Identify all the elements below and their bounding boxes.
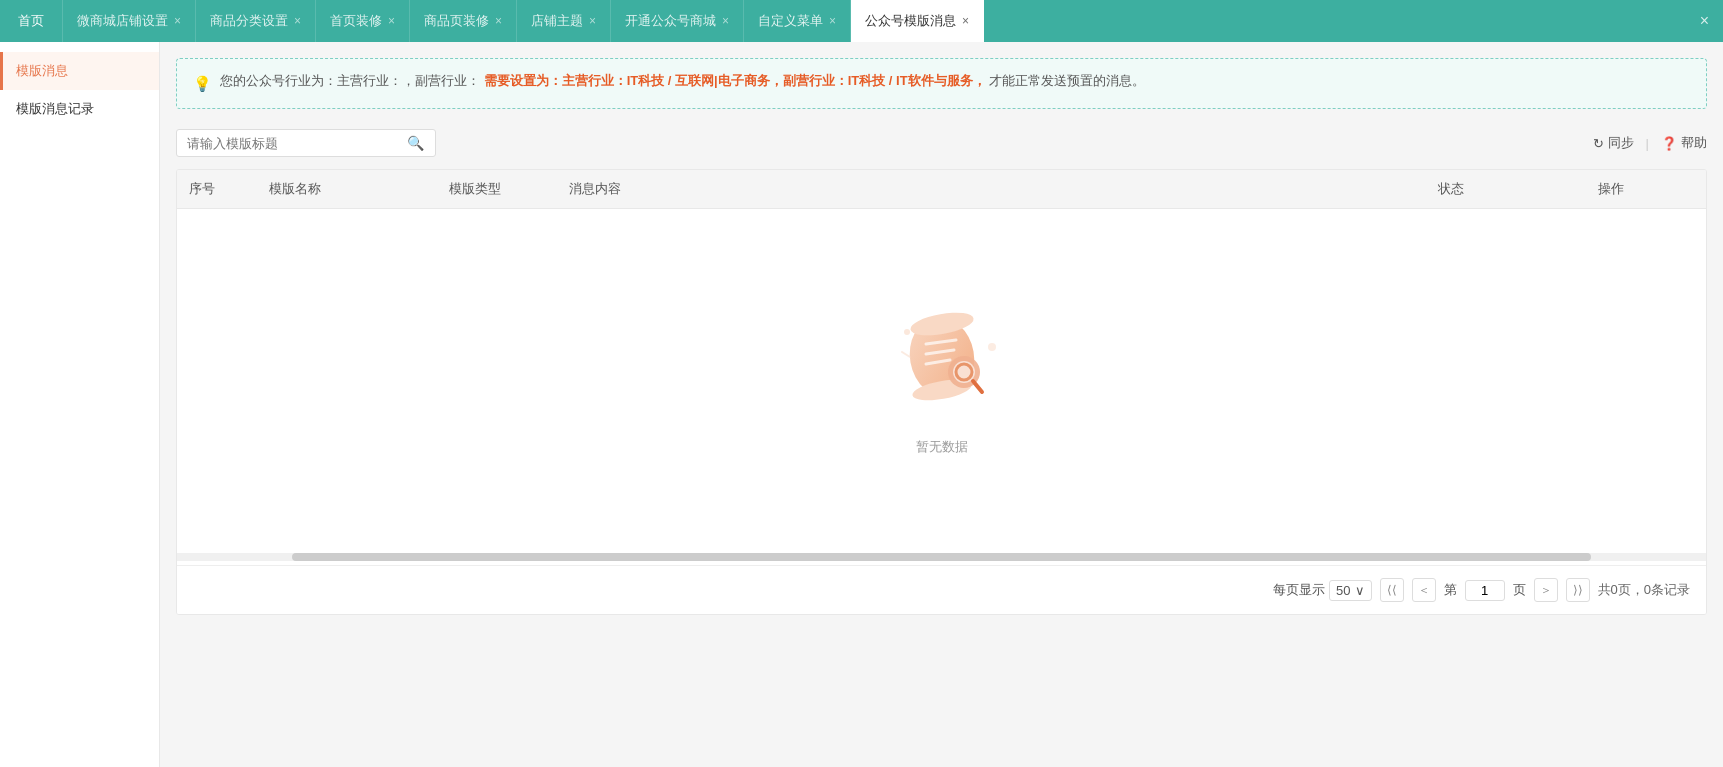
horizontal-scrollbar[interactable] <box>177 553 1706 561</box>
nav-tab-wechat[interactable]: 开通公众号商城 × <box>611 0 744 42</box>
first-page-button[interactable]: ⟨⟨ <box>1380 578 1404 602</box>
svg-point-10 <box>904 329 910 335</box>
empty-illustration <box>882 302 1002 422</box>
col-content: 消息内容 <box>557 180 1426 198</box>
notice-highlight: 需要设置为：主营行业：IT科技 / 互联网|电子商务，副营行业：IT科技 / I… <box>484 73 986 88</box>
close-all-tabs-button[interactable]: × <box>1686 0 1723 42</box>
sync-label: 同步 <box>1608 134 1634 152</box>
table-header: 序号 模版名称 模版类型 消息内容 状态 操作 <box>177 170 1706 209</box>
help-button[interactable]: ❓ 帮助 <box>1661 134 1707 152</box>
svg-point-11 <box>988 343 996 351</box>
nav-tab-productpage[interactable]: 商品页装修 × <box>410 0 517 42</box>
close-productpage-tab-icon[interactable]: × <box>495 14 502 28</box>
svg-line-12 <box>902 352 910 357</box>
nav-tab-theme[interactable]: 店铺主题 × <box>517 0 611 42</box>
close-theme-tab-icon[interactable]: × <box>589 14 596 28</box>
sync-button[interactable]: ↻ 同步 <box>1593 134 1634 152</box>
sidebar-item-record[interactable]: 模版消息记录 <box>0 90 159 128</box>
page-number-input[interactable]: 1 <box>1465 580 1505 601</box>
category-tab-label: 商品分类设置 <box>210 12 288 30</box>
nav-tab-templatemsg[interactable]: 公众号模版消息 × <box>851 0 984 42</box>
pagination: 每页显示 50 ∨ ⟨⟨ ＜ 第 1 页 ＞ ⟩⟩ 共0页，0条记录 <box>177 565 1706 614</box>
page-size-wrap: 每页显示 50 ∨ <box>1273 580 1371 601</box>
nav-tab-category[interactable]: 商品分类设置 × <box>196 0 316 42</box>
top-navigation: 首页 微商城店铺设置 × 商品分类设置 × 首页装修 × 商品页装修 × 店铺主… <box>0 0 1723 42</box>
data-table: 序号 模版名称 模版类型 消息内容 状态 操作 <box>176 169 1707 615</box>
main-content: 💡 您的公众号行业为：主营行业：，副营行业： 需要设置为：主营行业：IT科技 /… <box>160 42 1723 767</box>
close-wechat-tab-icon[interactable]: × <box>722 14 729 28</box>
page-size-label: 每页显示 <box>1273 581 1325 599</box>
search-input[interactable] <box>187 136 407 151</box>
col-name: 模版名称 <box>257 180 437 198</box>
close-homepage-tab-icon[interactable]: × <box>388 14 395 28</box>
sidebar-item-template[interactable]: 模版消息 <box>0 52 159 90</box>
total-info: 共0页，0条记录 <box>1598 581 1690 599</box>
home-tab-label: 首页 <box>18 12 44 30</box>
chevron-down-icon: ∨ <box>1355 583 1365 598</box>
col-status: 状态 <box>1426 180 1586 198</box>
notice-box: 💡 您的公众号行业为：主营行业：，副营行业： 需要设置为：主营行业：IT科技 /… <box>176 58 1707 109</box>
page-size-select[interactable]: 50 ∨ <box>1329 580 1371 601</box>
sync-icon: ↻ <box>1593 136 1604 151</box>
theme-tab-label: 店铺主题 <box>531 12 583 30</box>
sidebar-item-template-label: 模版消息 <box>16 63 68 78</box>
page-text-label: 第 <box>1444 581 1457 599</box>
sidebar-item-record-label: 模版消息记录 <box>16 101 94 116</box>
productpage-tab-label: 商品页装修 <box>424 12 489 30</box>
toolbar-right: ↻ 同步 | ❓ 帮助 <box>1593 134 1707 152</box>
empty-state: 暂无数据 <box>882 302 1002 456</box>
search-icon[interactable]: 🔍 <box>407 135 424 151</box>
page-size-value: 50 <box>1336 583 1350 598</box>
notice-text: 您的公众号行业为：主营行业：，副营行业： 需要设置为：主营行业：IT科技 / 互… <box>220 71 1145 92</box>
wshop-tab-label: 微商城店铺设置 <box>77 12 168 30</box>
homepage-tab-label: 首页装修 <box>330 12 382 30</box>
nav-tab-home[interactable]: 首页 <box>0 0 63 42</box>
next-page-button[interactable]: ＞ <box>1534 578 1558 602</box>
svg-line-9 <box>973 381 982 392</box>
empty-text: 暂无数据 <box>916 438 968 456</box>
templatemsg-tab-label: 公众号模版消息 <box>865 12 956 30</box>
notice-icon: 💡 <box>193 72 212 96</box>
divider: | <box>1646 136 1649 151</box>
close-category-tab-icon[interactable]: × <box>294 14 301 28</box>
sidebar: 模版消息 模版消息记录 <box>0 42 160 767</box>
main-layout: 模版消息 模版消息记录 💡 您的公众号行业为：主营行业：，副营行业： 需要设置为… <box>0 42 1723 767</box>
close-custommenu-tab-icon[interactable]: × <box>829 14 836 28</box>
scrollbar-thumb[interactable] <box>292 553 1592 561</box>
help-label: 帮助 <box>1681 134 1707 152</box>
close-wshop-tab-icon[interactable]: × <box>174 14 181 28</box>
nav-tab-homepage[interactable]: 首页装修 × <box>316 0 410 42</box>
search-input-wrap[interactable]: 🔍 <box>176 129 436 157</box>
table-body: 暂无数据 <box>177 209 1706 549</box>
page-unit-label: 页 <box>1513 581 1526 599</box>
custommenu-tab-label: 自定义菜单 <box>758 12 823 30</box>
col-type: 模版类型 <box>437 180 557 198</box>
col-action: 操作 <box>1586 180 1706 198</box>
last-page-button[interactable]: ⟩⟩ <box>1566 578 1590 602</box>
wechat-tab-label: 开通公众号商城 <box>625 12 716 30</box>
prev-page-button[interactable]: ＜ <box>1412 578 1436 602</box>
notice-suffix: 才能正常发送预置的消息。 <box>989 73 1145 88</box>
close-templatemsg-tab-icon[interactable]: × <box>962 14 969 28</box>
nav-tab-wshop[interactable]: 微商城店铺设置 × <box>63 0 196 42</box>
help-icon: ❓ <box>1661 136 1677 151</box>
col-seq: 序号 <box>177 180 257 198</box>
notice-prefix: 您的公众号行业为：主营行业：，副营行业： <box>220 73 480 88</box>
nav-tab-custommenu[interactable]: 自定义菜单 × <box>744 0 851 42</box>
search-bar: 🔍 ↻ 同步 | ❓ 帮助 <box>176 129 1707 157</box>
